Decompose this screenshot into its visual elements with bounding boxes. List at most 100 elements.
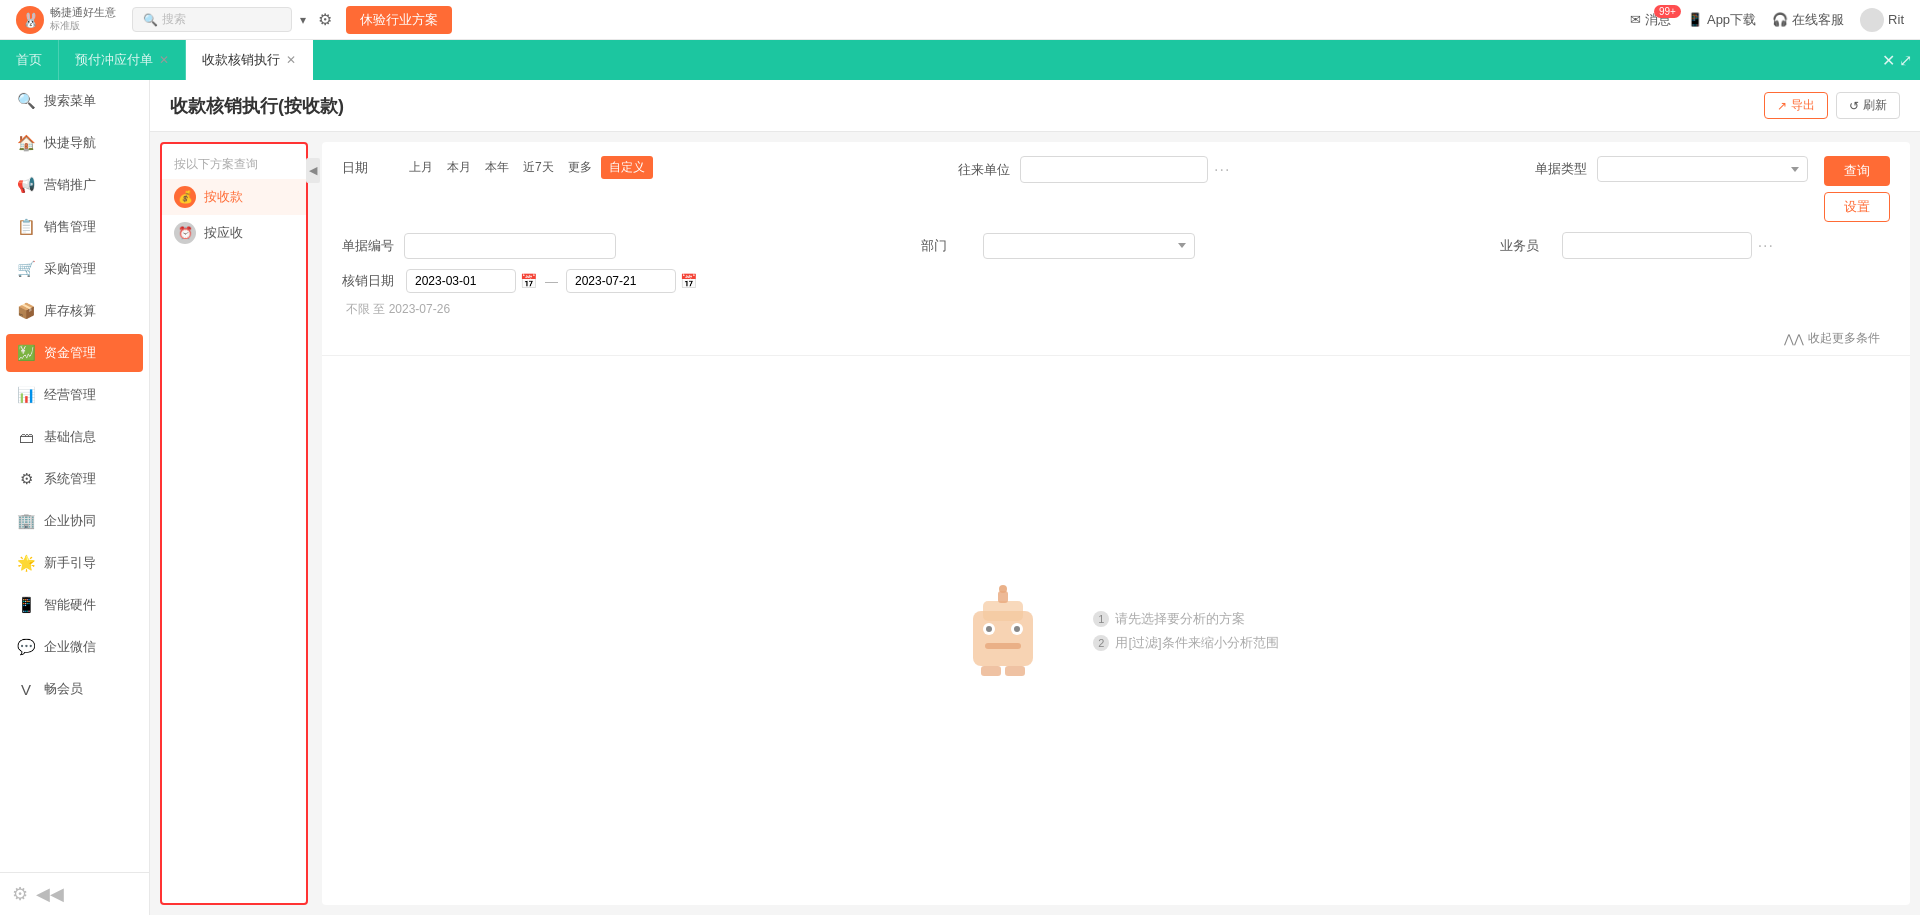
writeoff-date-start-input[interactable] [406, 269, 516, 293]
staff-input-wrapper [1562, 232, 1751, 259]
shortcut-custom[interactable]: 自定义 [601, 156, 653, 179]
sidebar-label-operations: 经营管理 [44, 386, 96, 404]
tab-bar-actions: ✕ ⤢ [1882, 51, 1920, 70]
sidebar-item-vip[interactable]: V 畅会员 [0, 668, 149, 710]
writeoff-date-end-input[interactable] [566, 269, 676, 293]
filter-item-by-receipt[interactable]: 💰 按收款 [162, 179, 306, 215]
search-icon: 🔍 [143, 13, 158, 27]
page-body: 按以下方案查询 💰 按收款 ⏰ 按应收 ◀ [150, 132, 1920, 915]
docnumber-label: 单据编号 [342, 237, 398, 255]
partner-more-icon[interactable]: ··· [1214, 161, 1230, 179]
app-download-button[interactable]: 📱 App下载 [1687, 11, 1756, 29]
sidebar-settings-button[interactable]: ⚙ [12, 883, 28, 905]
logo-area: 🐰 畅捷通好生意 标准版 [16, 6, 116, 34]
doctype-field: 单据类型 [1535, 156, 1808, 182]
header-dropdown-button[interactable]: ▾ [300, 13, 306, 27]
staff-label: 业务员 [1500, 237, 1556, 255]
svg-rect-1 [983, 601, 1023, 621]
tab-expand-button[interactable]: ⤢ [1899, 51, 1912, 70]
shortcut-last-month[interactable]: 上月 [404, 156, 438, 179]
tab-prepay[interactable]: 预付冲应付单 ✕ [59, 40, 186, 80]
date-label: 日期 [342, 159, 398, 177]
writeoff-date-end-wrap: 📅 [566, 269, 697, 293]
vip-icon: V [16, 681, 36, 698]
user-name: Rit [1888, 12, 1904, 27]
sidebar-item-marketing[interactable]: 📢 营销推广 [0, 164, 149, 206]
sidebar-collapse-button[interactable]: ◀◀ [36, 883, 64, 905]
header-settings-button[interactable]: ⚙ [318, 10, 332, 29]
filter-form: 日期 上月 本月 本年 近7天 更多 自定义 [322, 142, 1910, 356]
filter-left-title: 按以下方案查询 [162, 152, 306, 179]
staff-more-icon[interactable]: ··· [1758, 237, 1774, 255]
hint-num-1: 1 [1093, 611, 1109, 627]
user-profile[interactable]: Rit [1860, 8, 1904, 32]
query-button[interactable]: 查询 [1824, 156, 1890, 186]
shortcut-this-month[interactable]: 本月 [442, 156, 476, 179]
staff-input[interactable] [1571, 239, 1742, 253]
right-panel: 日期 上月 本月 本年 近7天 更多 自定义 [322, 142, 1910, 905]
svg-rect-7 [985, 643, 1021, 649]
inventory-icon: 📦 [16, 302, 36, 320]
tab-home[interactable]: 首页 [0, 40, 59, 80]
hint-text-2: 用[过滤]条件来缩小分析范围 [1115, 634, 1278, 652]
basic-info-icon: 🗃 [16, 429, 36, 446]
sidebar-item-wecom[interactable]: 💬 企业微信 [0, 626, 149, 668]
sidebar-label-vip: 畅会员 [44, 680, 83, 698]
page-actions: ↗ 导出 ↺ 刷新 [1764, 92, 1900, 131]
sidebar-item-hardware[interactable]: 📱 智能硬件 [0, 584, 149, 626]
sidebar-item-operations[interactable]: 📊 经营管理 [0, 374, 149, 416]
calendar-end-icon[interactable]: 📅 [680, 273, 697, 289]
purchase-icon: 🛒 [16, 260, 36, 278]
search-placeholder: 搜索 [162, 11, 186, 28]
calendar-start-icon[interactable]: 📅 [520, 273, 537, 289]
date-shortcuts: 上月 本月 本年 近7天 更多 自定义 [404, 156, 653, 179]
tab-receivable-close-icon[interactable]: ✕ [286, 53, 296, 67]
shortcut-7days[interactable]: 近7天 [518, 156, 559, 179]
filter-row-1: 日期 上月 本月 本年 近7天 更多 自定义 [342, 156, 1890, 222]
app-download-label: App下载 [1707, 11, 1756, 29]
sidebar-item-cooperation[interactable]: 🏢 企业协同 [0, 500, 149, 542]
sidebar-item-basic-info[interactable]: 🗃 基础信息 [0, 416, 149, 458]
export-button[interactable]: ↗ 导出 [1764, 92, 1828, 119]
filter-item-by-receivable[interactable]: ⏰ 按应收 [162, 215, 306, 251]
svg-rect-9 [1005, 666, 1025, 676]
left-panel-collapse-button[interactable]: ◀ [306, 158, 320, 183]
shortcut-this-year[interactable]: 本年 [480, 156, 514, 179]
sidebar-item-guide[interactable]: 🌟 新手引导 [0, 542, 149, 584]
sidebar-label-marketing: 营销推广 [44, 176, 96, 194]
shortcut-more[interactable]: 更多 [563, 156, 597, 179]
message-button[interactable]: ✉ 消息 99+ [1630, 11, 1671, 29]
department-select[interactable] [983, 233, 1195, 259]
tab-prepay-close-icon[interactable]: ✕ [159, 53, 169, 67]
sidebar-label-purchase: 采购管理 [44, 260, 96, 278]
sidebar-item-search-menu[interactable]: 🔍 搜索菜单 [0, 80, 149, 122]
docnumber-input[interactable] [404, 233, 616, 259]
staff-field: 业务员 ··· [1500, 232, 1774, 259]
sidebar-label-sales: 销售管理 [44, 218, 96, 236]
operations-icon: 📊 [16, 386, 36, 404]
tab-receivable[interactable]: 收款核销执行 ✕ [186, 40, 313, 80]
docnumber-field: 单据编号 [342, 233, 616, 259]
empty-state: 1 请先选择要分析的方案 2 用[过滤]条件来缩小分析范围 [322, 356, 1910, 905]
online-service-button[interactable]: 🎧 在线客服 [1772, 11, 1844, 29]
sidebar-item-sales[interactable]: 📋 销售管理 [0, 206, 149, 248]
partner-input[interactable] [1029, 163, 1199, 177]
doctype-select[interactable] [1597, 156, 1808, 182]
industry-plan-button[interactable]: 休验行业方案 [346, 6, 452, 34]
sidebar-item-quick-nav[interactable]: 🏠 快捷导航 [0, 122, 149, 164]
sidebar-item-inventory[interactable]: 📦 库存核算 [0, 290, 149, 332]
sidebar-item-purchase[interactable]: 🛒 采购管理 [0, 248, 149, 290]
department-select-wrap [983, 233, 1195, 259]
sidebar-item-finance[interactable]: 💹 资金管理 [6, 334, 143, 372]
tab-close-all-button[interactable]: ✕ [1882, 51, 1895, 70]
settings-button[interactable]: 设置 [1824, 192, 1890, 222]
sidebar-item-system[interactable]: ⚙ 系统管理 [0, 458, 149, 500]
sidebar-label-wecom: 企业微信 [44, 638, 96, 656]
tab-bar: 首页 预付冲应付单 ✕ 收款核销执行 ✕ ✕ ⤢ [0, 40, 1920, 80]
tab-receivable-label: 收款核销执行 [202, 51, 280, 69]
finance-icon: 💹 [16, 344, 36, 362]
filter-row-3: 核销日期 📅 — 📅 [342, 269, 1890, 293]
online-service-label: 在线客服 [1792, 11, 1844, 29]
collapse-more-button[interactable]: ⋀⋀ 收起更多条件 [1774, 326, 1890, 351]
refresh-button[interactable]: ↺ 刷新 [1836, 92, 1900, 119]
